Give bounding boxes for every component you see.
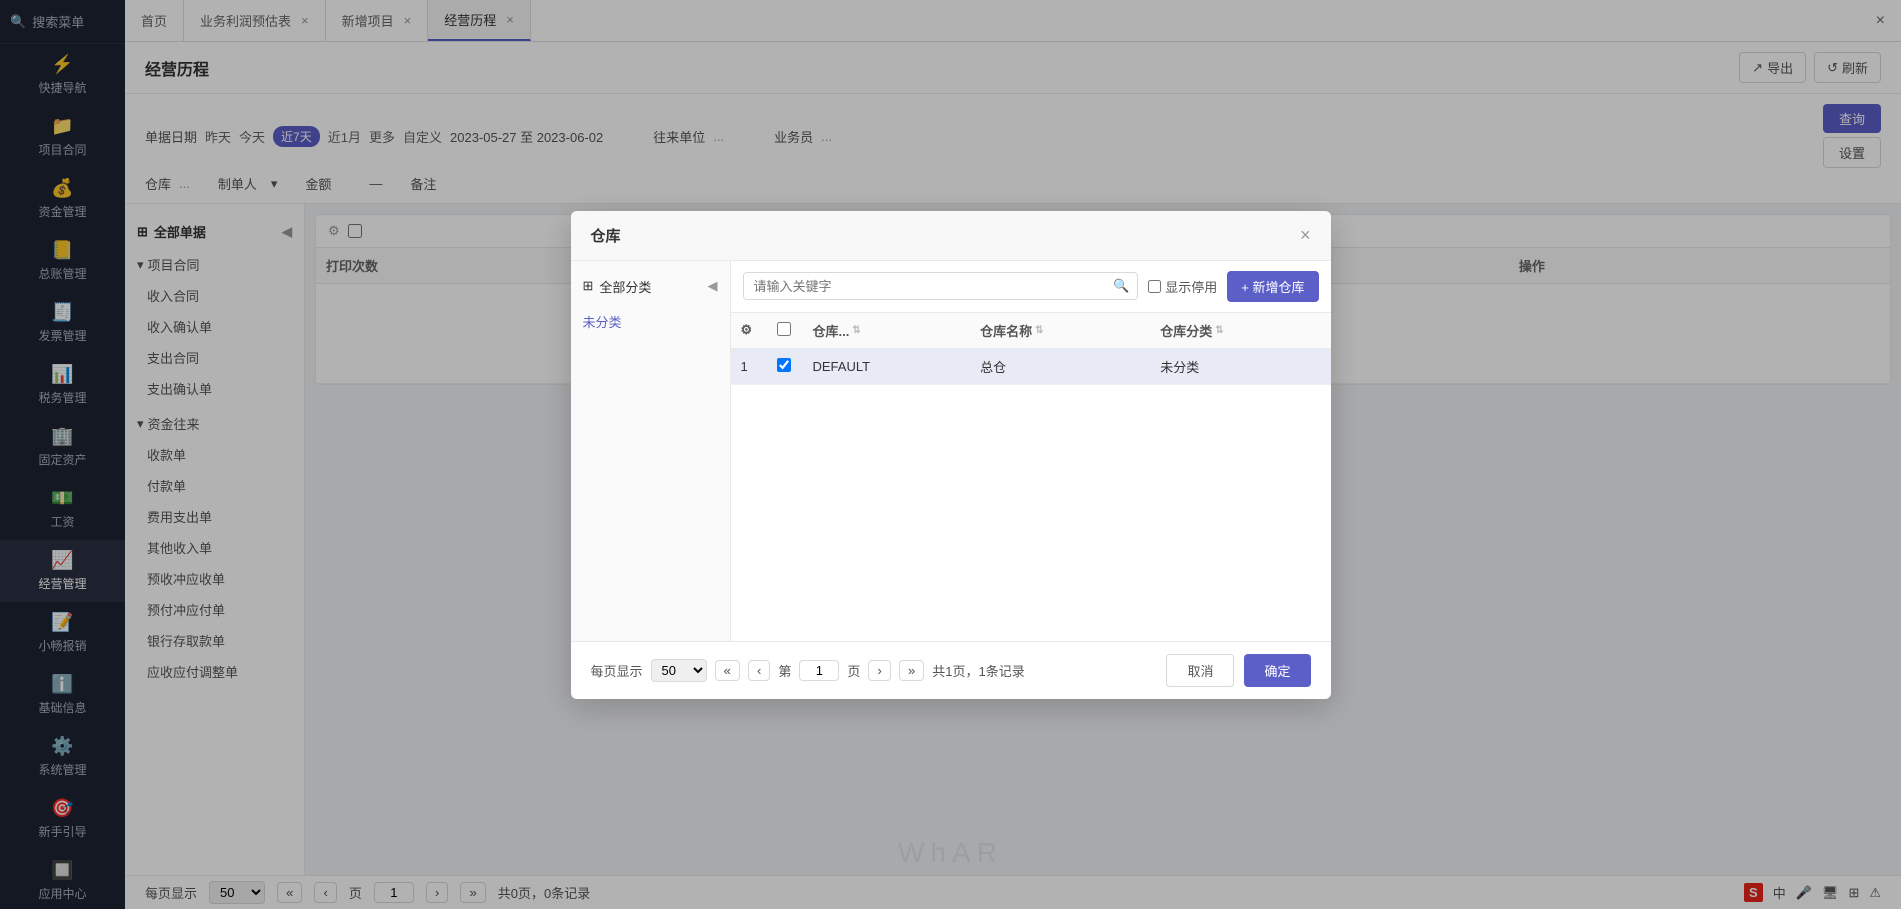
modal-nav-uncategorized[interactable]: 未分类 (571, 304, 730, 339)
modal-page-input[interactable] (799, 660, 839, 681)
modal-total: 共1页，1条记录 (932, 661, 1024, 680)
modal-all-label: 全部分类 (599, 277, 651, 296)
modal-col-code-header: 仓库... ⇅ (803, 313, 971, 349)
row-code: DEFAULT (803, 348, 971, 384)
modal-col-code-label: 仓库... (813, 321, 850, 340)
modal-select-all[interactable] (777, 322, 791, 336)
row-name: 总仓 (970, 348, 1150, 384)
row-checkbox[interactable] (777, 358, 791, 372)
row-index: 1 (731, 348, 767, 384)
modal-cancel-button[interactable]: 取消 (1166, 654, 1234, 687)
warehouse-modal: 仓库 × ⊞ 全部分类 ◀ 未分类 🔍 (571, 211, 1331, 699)
modal-col-checkbox-header[interactable] (767, 313, 803, 349)
modal-table-wrap: ⚙ 仓库... ⇅ (731, 313, 1331, 641)
category-sort-icon[interactable]: ⇅ (1215, 325, 1223, 336)
modal-table-row[interactable]: 1 DEFAULT 总仓 未分类 (731, 348, 1331, 384)
modal-right-content: 🔍 显示停用 + 新增仓库 ⚙ (731, 261, 1331, 641)
modal-header: 仓库 × (571, 211, 1331, 261)
modal-footer: 每页显示 50 100 « ‹ 第 页 › » 共1页，1条记录 取消 确定 (571, 641, 1331, 699)
left-collapse-icon[interactable]: ◀ (708, 278, 718, 294)
modal-first-page[interactable]: « (715, 660, 740, 681)
modal-body: ⊞ 全部分类 ◀ 未分类 🔍 显示停用 (571, 261, 1331, 641)
show-disabled-text: 显示停用 (1165, 277, 1217, 296)
modal-col-settings[interactable]: ⚙ (731, 313, 767, 349)
modal-page-label: 第 (778, 661, 791, 680)
modal-search-wrap: 🔍 (743, 272, 1139, 300)
code-sort-icon[interactable]: ⇅ (852, 325, 860, 336)
show-disabled-checkbox[interactable] (1148, 280, 1161, 293)
add-warehouse-button[interactable]: + 新增仓库 (1227, 271, 1318, 302)
modal-search-input[interactable] (744, 274, 1106, 299)
modal-close-button[interactable]: × (1300, 225, 1311, 246)
modal-left-nav: ⊞ 全部分类 ◀ 未分类 (571, 261, 731, 641)
modal-toolbar: 🔍 显示停用 + 新增仓库 (731, 261, 1331, 313)
modal-pagination: 每页显示 50 100 « ‹ 第 页 › » 共1页，1条记录 (591, 659, 1025, 682)
modal-page-suffix: 页 (847, 661, 860, 680)
modal-page-size-select[interactable]: 50 100 (651, 659, 707, 682)
modal-gear-icon[interactable]: ⚙ (741, 322, 753, 337)
name-sort-icon[interactable]: ⇅ (1035, 325, 1043, 336)
modal-title: 仓库 (591, 225, 621, 246)
modal-prev-page[interactable]: ‹ (748, 660, 770, 681)
modal-left-all-btn[interactable]: ⊞ 全部分类 ◀ (571, 269, 730, 304)
modal-next-page[interactable]: › (868, 660, 890, 681)
modal-search-icon[interactable]: 🔍 (1105, 273, 1137, 299)
modal-col-category-label: 仓库分类 (1160, 321, 1212, 340)
row-category: 未分类 (1150, 348, 1330, 384)
modal-table: ⚙ 仓库... ⇅ (731, 313, 1331, 385)
show-disabled-label[interactable]: 显示停用 (1148, 277, 1217, 296)
modal-overlay: 仓库 × ⊞ 全部分类 ◀ 未分类 🔍 (0, 0, 1901, 909)
modal-actions: 取消 确定 (1166, 654, 1310, 687)
modal-col-name-header: 仓库名称 ⇅ (970, 313, 1150, 349)
grid-dots-icon: ⊞ (583, 278, 594, 294)
row-checkbox-cell[interactable] (767, 348, 803, 384)
modal-last-page[interactable]: » (899, 660, 924, 681)
modal-confirm-button[interactable]: 确定 (1244, 654, 1310, 687)
modal-col-name-label: 仓库名称 (980, 321, 1032, 340)
modal-col-category-header: 仓库分类 ⇅ (1150, 313, 1330, 349)
modal-page-size-label: 每页显示 (591, 661, 643, 680)
